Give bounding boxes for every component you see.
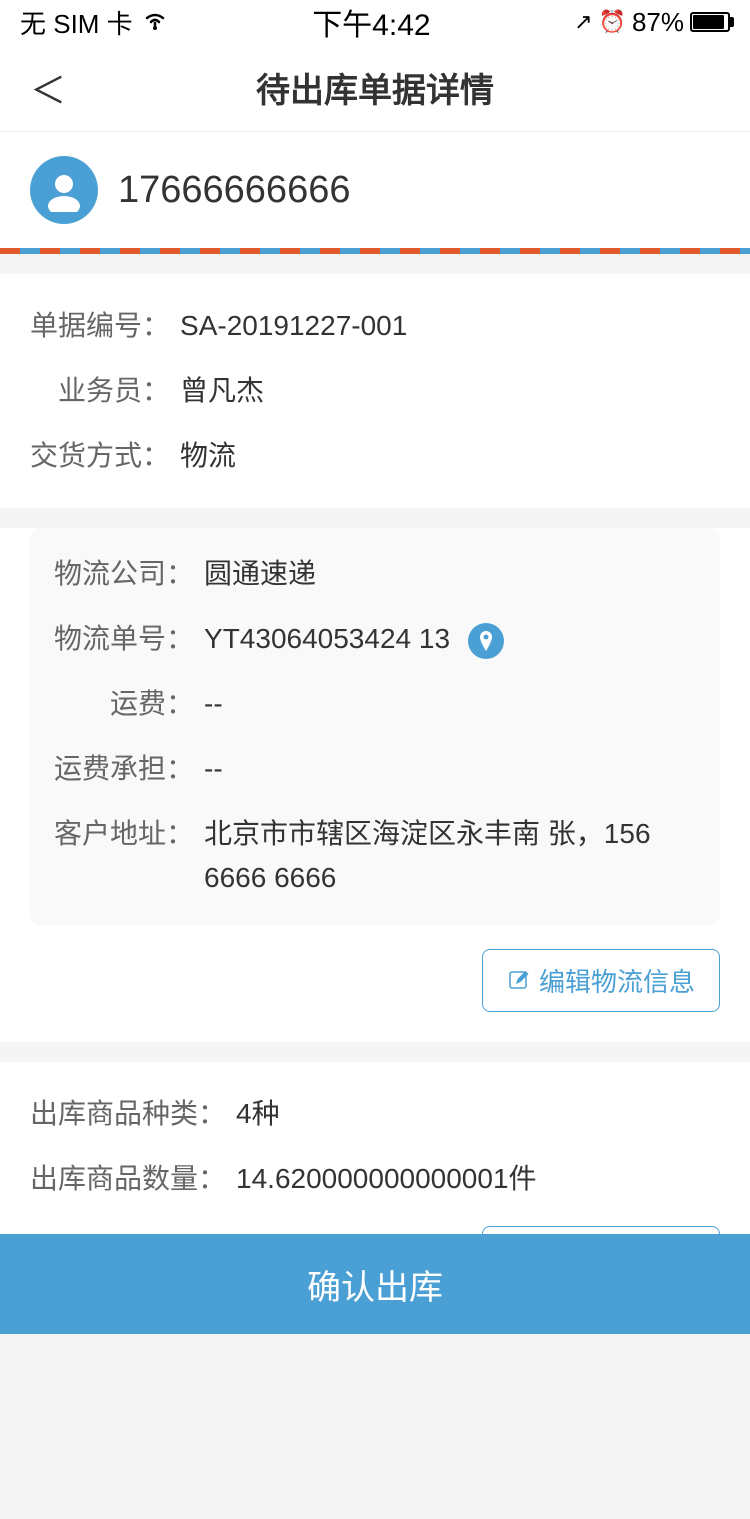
status-right: ↗ ⏰ 87%	[574, 7, 730, 38]
logistics-section: 物流公司： 圆通速递 物流单号： YT43064053424 13 运费： --…	[0, 528, 750, 1042]
dashed-divider	[0, 248, 750, 254]
edit-btn-row: 编辑物流信息	[30, 949, 720, 1012]
bottom-spacer	[0, 1319, 750, 1519]
salesman-label: 业务员：	[30, 369, 170, 414]
freight-row: 运费： --	[54, 682, 696, 727]
document-info-section: 单据编号： SA-20191227-001 业务员： 曾凡杰 交货方式： 物流	[0, 274, 750, 508]
goods-types-value: 4种	[236, 1092, 720, 1137]
edit-icon	[507, 969, 531, 993]
freight-label: 运费：	[54, 682, 194, 727]
salesman-value: 曾凡杰	[180, 369, 720, 414]
wifi-icon	[141, 7, 169, 38]
freight-bearer-value: --	[204, 747, 696, 792]
freight-bearer-row: 运费承担： --	[54, 747, 696, 792]
goods-quantity-row: 出库商品数量： 14.620000000000001件	[30, 1157, 720, 1202]
user-header: 17666666666	[0, 132, 750, 248]
logistics-company-row: 物流公司： 圆通速递	[54, 552, 696, 597]
confirm-button-bar[interactable]: 确认出库	[0, 1234, 750, 1334]
address-row: 客户地址： 北京市市辖区海淀区永丰南 张，156 6666 6666	[54, 812, 696, 902]
nav-bar: ＜ 待出库单据详情	[0, 44, 750, 132]
logistics-company-label: 物流公司：	[54, 552, 194, 597]
carrier-text: 无 SIM 卡	[20, 4, 133, 41]
section-divider	[0, 1042, 750, 1062]
alarm-icon: ⏰	[599, 9, 626, 35]
delivery-label: 交货方式：	[30, 434, 170, 479]
document-number-value: SA-20191227-001	[180, 304, 720, 349]
location-icon: ↗	[574, 9, 592, 35]
freight-value: --	[204, 682, 696, 727]
confirm-button-label: 确认出库	[307, 1260, 443, 1309]
document-number-row: 单据编号： SA-20191227-001	[30, 304, 720, 349]
document-number-label: 单据编号：	[30, 304, 170, 349]
tracking-label: 物流单号：	[54, 617, 194, 662]
status-bar: 无 SIM 卡 下午4:42 ↗ ⏰ 87%	[0, 0, 750, 44]
tracking-row: 物流单号： YT43064053424 13	[54, 617, 696, 662]
user-phone: 17666666666	[118, 169, 350, 212]
goods-quantity-value: 14.620000000000001件	[236, 1157, 720, 1202]
goods-types-label: 出库商品种类：	[30, 1092, 226, 1137]
status-left: 无 SIM 卡	[20, 4, 169, 41]
address-label: 客户地址：	[54, 812, 194, 857]
logistics-company-value: 圆通速递	[204, 552, 696, 597]
back-button[interactable]: ＜	[30, 62, 66, 114]
battery-icon	[690, 12, 730, 32]
delivery-row: 交货方式： 物流	[30, 434, 720, 479]
delivery-value: 物流	[180, 434, 720, 479]
avatar-icon	[42, 168, 86, 212]
goods-quantity-label: 出库商品数量：	[30, 1157, 226, 1202]
status-time: 下午4:42	[312, 0, 430, 44]
avatar	[30, 156, 98, 224]
edit-logistics-button[interactable]: 编辑物流信息	[482, 949, 720, 1012]
page-title: 待出库单据详情	[256, 63, 494, 112]
salesman-row: 业务员： 曾凡杰	[30, 369, 720, 414]
battery-percent: 87%	[632, 7, 684, 38]
tracking-value: YT43064053424 13	[204, 617, 696, 662]
logistics-card: 物流公司： 圆通速递 物流单号： YT43064053424 13 运费： --…	[30, 528, 720, 925]
location-pin-icon[interactable]	[468, 623, 504, 659]
freight-bearer-label: 运费承担：	[54, 747, 194, 792]
address-value: 北京市市辖区海淀区永丰南 张，156 6666 6666	[204, 812, 696, 902]
goods-types-row: 出库商品种类： 4种	[30, 1092, 720, 1137]
